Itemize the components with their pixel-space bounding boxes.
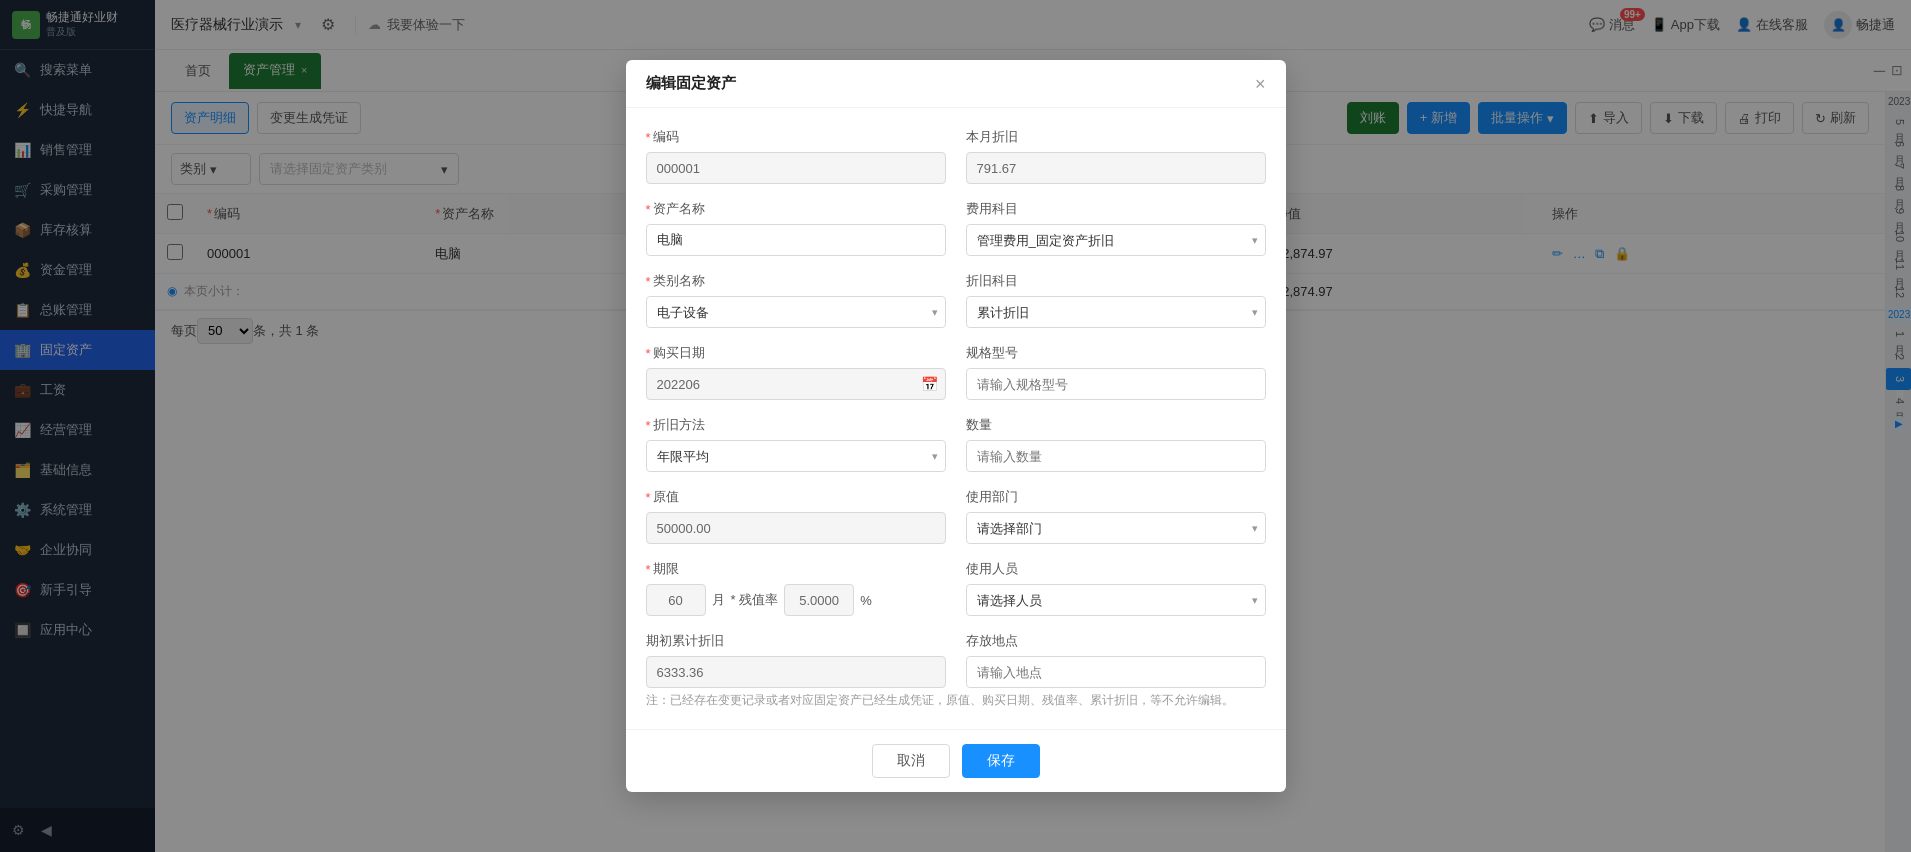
asset-name-label: * 资产名称 [646,200,946,218]
expense-subject-label: 费用科目 [966,200,1266,218]
modal-close-btn[interactable]: × [1255,75,1266,93]
modal-footer: 取消 保存 [626,729,1286,792]
category-wrap: 电子设备 ▾ [646,296,946,328]
form-quantity: 数量 [966,416,1266,472]
form-category: * 类别名称 电子设备 ▾ [646,272,946,328]
dep-subject-wrap: 累计折旧 ▾ [966,296,1266,328]
cancel-button[interactable]: 取消 [872,744,950,778]
quantity-input[interactable] [966,440,1266,472]
form-purchase-date: * 购买日期 📅 [646,344,946,400]
modal-title: 编辑固定资产 [646,74,736,93]
form-initial-dep: 期初累计折旧 [646,632,946,688]
form-dep-method: * 折旧方法 年限平均 ▾ [646,416,946,472]
dep-method-wrap: 年限平均 ▾ [646,440,946,472]
dept-wrap: 请选择部门 ▾ [966,512,1266,544]
modal-header: 编辑固定资产 × [626,60,1286,108]
category-label: * 类别名称 [646,272,946,290]
form-location: 存放地点 [966,632,1266,688]
modal-body: * 编码 本月折旧 * 资产名称 [626,108,1286,729]
period-input [646,584,706,616]
purchase-date-input[interactable] [646,368,946,400]
form-period-residual: * 期限 月 * 残值率 % [646,560,946,616]
form-original-value: * 原值 [646,488,946,544]
expense-subject-select[interactable]: 管理费用_固定资产折旧 [966,224,1266,256]
asset-name-input[interactable] [646,224,946,256]
monthly-dep-input [966,152,1266,184]
user-label: 使用人员 [966,560,1266,578]
quantity-label: 数量 [966,416,1266,434]
edit-asset-modal: 编辑固定资产 × * 编码 本月折旧 [626,60,1286,792]
location-input[interactable] [966,656,1266,688]
purchase-date-wrap: 📅 [646,368,946,400]
modal-notice: 注：已经存在变更记录或者对应固定资产已经生成凭证，原值、购买日期、残值率、累计折… [646,692,1266,709]
period-row: 月 * 残值率 % [646,584,946,616]
location-label: 存放地点 [966,632,1266,650]
form-user: 使用人员 请选择人员 ▾ [966,560,1266,616]
form-code: * 编码 [646,128,946,184]
dep-method-label: * 折旧方法 [646,416,946,434]
form-monthly-dep: 本月折旧 [966,128,1266,184]
monthly-dep-label: 本月折旧 [966,128,1266,146]
user-wrap: 请选择人员 ▾ [966,584,1266,616]
dep-subject-label: 折旧科目 [966,272,1266,290]
modal-overlay: 编辑固定资产 × * 编码 本月折旧 [0,0,1911,852]
expense-subject-wrap: 管理费用_固定资产折旧 ▾ [966,224,1266,256]
dept-select[interactable]: 请选择部门 [966,512,1266,544]
period-unit: 月 [712,591,725,609]
save-button[interactable]: 保存 [962,744,1040,778]
dep-subject-select[interactable]: 累计折旧 [966,296,1266,328]
initial-dep-label: 期初累计折旧 [646,632,946,650]
dept-label: 使用部门 [966,488,1266,506]
user-select[interactable]: 请选择人员 [966,584,1266,616]
code-input[interactable] [646,152,946,184]
category-select[interactable]: 电子设备 [646,296,946,328]
residual-rate-input [784,584,854,616]
form-spec: 规格型号 [966,344,1266,400]
form-dep-subject: 折旧科目 累计折旧 ▾ [966,272,1266,328]
residual-rate-unit: % [860,593,872,608]
dep-method-select[interactable]: 年限平均 [646,440,946,472]
original-value-input [646,512,946,544]
spec-input[interactable] [966,368,1266,400]
purchase-date-label: * 购买日期 [646,344,946,362]
period-label: * 期限 [646,560,946,578]
form-expense-subject: 费用科目 管理费用_固定资产折旧 ▾ [966,200,1266,256]
residual-rate-label: * 残值率 [731,591,779,609]
code-label: * 编码 [646,128,946,146]
spec-label: 规格型号 [966,344,1266,362]
initial-dep-input [646,656,946,688]
form-asset-name: * 资产名称 [646,200,946,256]
form-grid: * 编码 本月折旧 * 资产名称 [646,128,1266,688]
original-value-label: * 原值 [646,488,946,506]
form-dept: 使用部门 请选择部门 ▾ [966,488,1266,544]
